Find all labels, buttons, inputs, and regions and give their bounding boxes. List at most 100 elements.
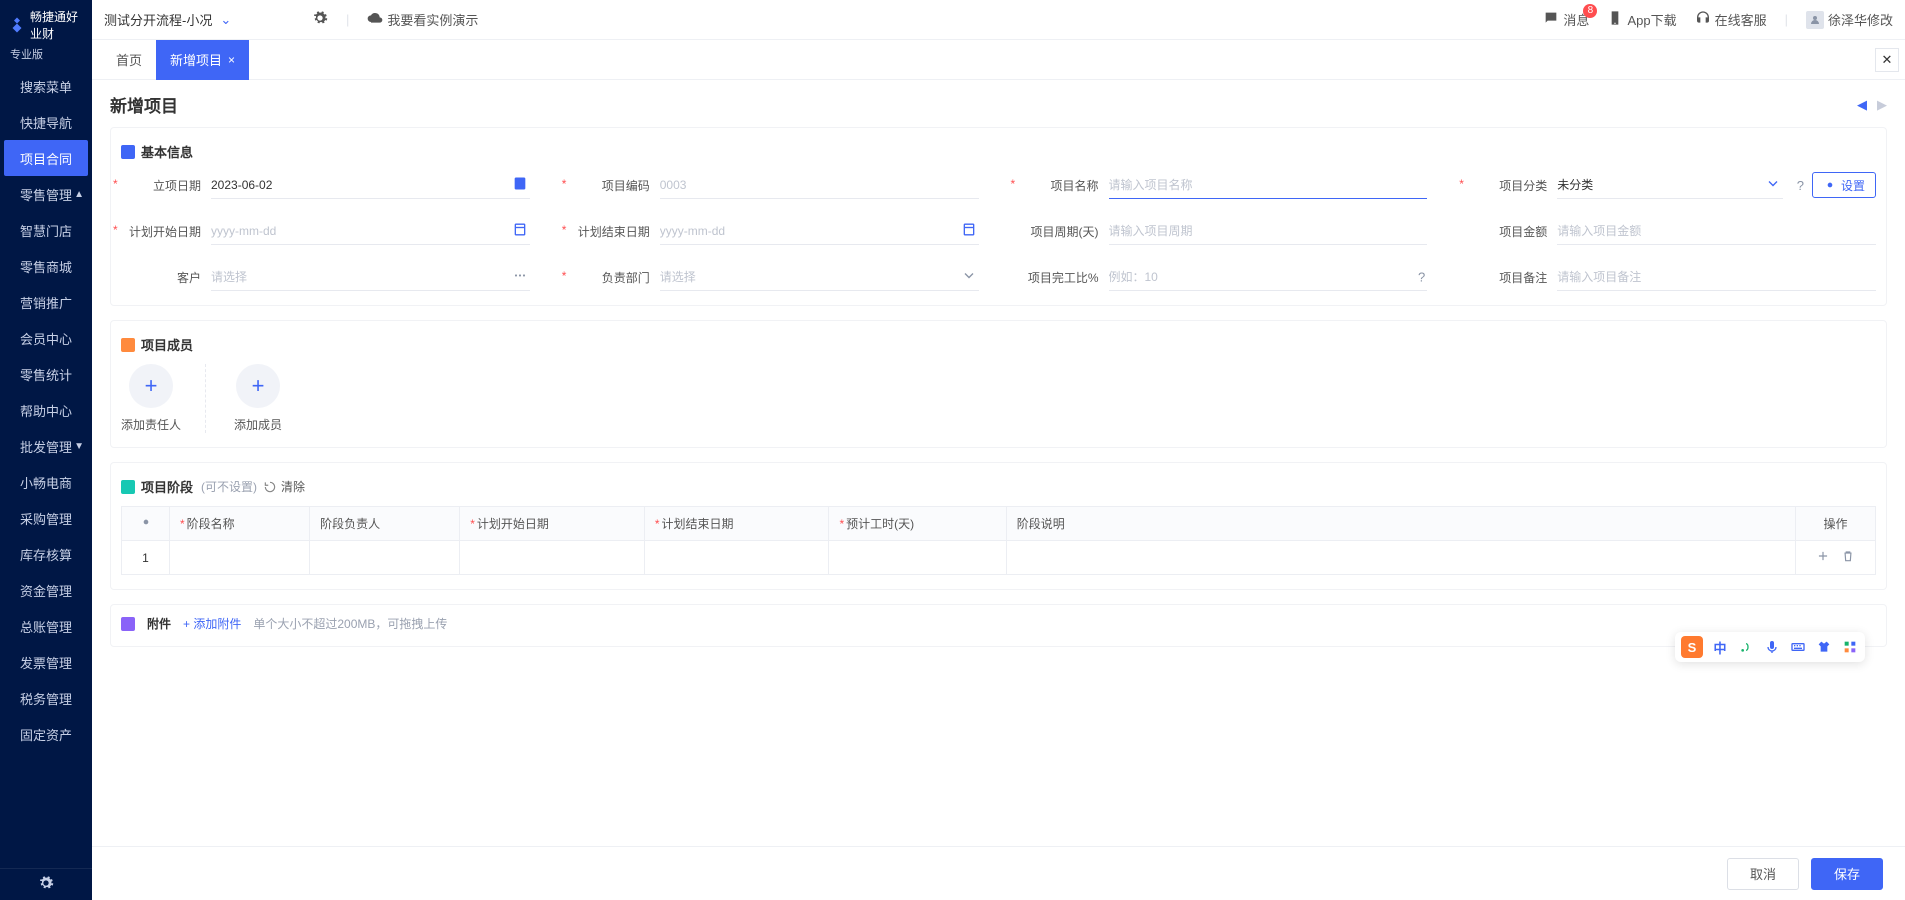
dept-select[interactable] — [660, 263, 979, 291]
attachment-hint: 单个大小不超过200MB，可拖拽上传 — [253, 615, 447, 632]
delete-row-icon[interactable] — [1837, 552, 1859, 566]
sidebar-item-1[interactable]: 快捷导航 — [0, 104, 92, 140]
sidebar-item-5[interactable]: 零售商城 — [0, 248, 92, 284]
save-button[interactable]: 保存 — [1811, 858, 1883, 890]
add-owner-slot: + 添加责任人 — [121, 364, 206, 433]
add-row-icon[interactable] — [1812, 552, 1834, 566]
sidebar-item-9[interactable]: 帮助中心 — [0, 392, 92, 428]
plan-start-input[interactable] — [211, 217, 530, 245]
add-attachment[interactable]: + 添加附件 — [183, 615, 241, 632]
members-card: 项目成员 + 添加责任人 + 添加成员 — [110, 320, 1887, 448]
messages[interactable]: 消息 8 — [1543, 10, 1589, 29]
keyboard-icon[interactable] — [1789, 638, 1807, 656]
user-menu[interactable]: 徐泽华修改 — [1806, 10, 1893, 29]
gear-icon — [312, 10, 328, 29]
amount-input[interactable] — [1557, 217, 1876, 245]
ime-logo-icon: S — [1681, 636, 1703, 658]
flow-selector[interactable]: 测试分开流程-小况 ⌄ — [104, 10, 294, 29]
chevron-down-icon: ⌄ — [220, 12, 231, 28]
attachments-title: 附件 — [147, 615, 171, 632]
tab-home[interactable]: 首页 — [102, 40, 156, 80]
section-icon — [121, 338, 135, 352]
sidebar-item-0[interactable]: 搜索菜单 — [0, 68, 92, 104]
brand-edition: 专业版 — [0, 46, 92, 68]
category-select[interactable] — [1557, 171, 1783, 199]
calendar-icon[interactable] — [961, 222, 977, 241]
sidebar-item-14[interactable]: 资金管理 — [0, 572, 92, 608]
close-all-tabs[interactable]: ✕ — [1875, 48, 1899, 72]
sidebar-item-2[interactable]: 项目合同 — [4, 140, 88, 176]
page-nav: ◀ ▶ — [1857, 97, 1887, 113]
start-date-input[interactable] — [211, 171, 530, 199]
sidebar-item-17[interactable]: 税务管理 — [0, 680, 92, 716]
cancel-button[interactable]: 取消 — [1727, 858, 1799, 890]
done-pct-input[interactable] — [1109, 263, 1428, 291]
next-record[interactable]: ▶ — [1877, 97, 1887, 113]
topbar: 测试分开流程-小况 ⌄ | 我要看实例演示 消息 8 App下载 在线客服 — [92, 0, 1905, 40]
remark-input[interactable] — [1557, 263, 1876, 291]
add-member-label: 添加成员 — [234, 416, 282, 433]
page-title: 新增项目 — [110, 92, 178, 117]
plan-end-input[interactable] — [660, 217, 979, 245]
category-setup-button[interactable]: 设置 — [1812, 172, 1876, 198]
brand-name: 畅捷通好业财 — [30, 8, 86, 42]
field-name: 项目名称 — [1019, 171, 1428, 199]
close-icon[interactable]: × — [228, 53, 235, 67]
sidebar-settings[interactable] — [0, 868, 92, 900]
chevron-down-icon[interactable] — [961, 268, 977, 287]
sidebar-item-8[interactable]: 零售统计 — [0, 356, 92, 392]
col-config[interactable] — [122, 507, 170, 541]
sidebar-item-18[interactable]: 固定资产 — [0, 716, 92, 752]
main: 测试分开流程-小况 ⌄ | 我要看实例演示 消息 8 App下载 在线客服 — [92, 0, 1905, 900]
row-index: 1 — [122, 541, 170, 575]
customer-input[interactable] — [211, 263, 530, 291]
skin-icon[interactable] — [1815, 638, 1833, 656]
topbar-right: 消息 8 App下载 在线客服 | 徐泽华修改 — [1543, 10, 1893, 29]
prev-record[interactable]: ◀ — [1857, 97, 1867, 113]
sidebar-item-10[interactable]: 批发管理▼ — [0, 428, 92, 464]
stages-hint: (可不设置) — [201, 478, 257, 495]
sidebar-item-7[interactable]: 会员中心 — [0, 320, 92, 356]
field-code: 项目编码 — [570, 171, 979, 199]
flow-settings[interactable] — [312, 10, 328, 29]
headset-icon — [1695, 10, 1711, 29]
period-input[interactable] — [1109, 217, 1428, 245]
help-icon[interactable]: ? — [1418, 270, 1425, 285]
caret-icon: ▼ — [74, 441, 84, 452]
ime-toolbar[interactable]: S 中 — [1675, 632, 1865, 662]
sidebar-item-13[interactable]: 库存核算 — [0, 536, 92, 572]
avatar-icon — [1806, 11, 1824, 29]
sidebar-item-4[interactable]: 智慧门店 — [0, 212, 92, 248]
more-icon[interactable] — [512, 268, 528, 287]
table-row[interactable]: 1 — [122, 541, 1876, 575]
sidebar-item-15[interactable]: 总账管理 — [0, 608, 92, 644]
sidebar-item-16[interactable]: 发票管理 — [0, 644, 92, 680]
app-download[interactable]: App下载 — [1607, 10, 1676, 29]
field-plan-end: 计划结束日期 — [570, 217, 979, 245]
add-member-button[interactable]: + — [236, 364, 280, 408]
chevron-down-icon[interactable] — [1765, 176, 1781, 195]
code-input[interactable] — [660, 171, 979, 199]
ime-punct-icon[interactable] — [1737, 638, 1755, 656]
col-plan-end: 计划结束日期 — [644, 507, 829, 541]
online-service[interactable]: 在线客服 — [1695, 10, 1767, 29]
ime-lang[interactable]: 中 — [1711, 638, 1729, 656]
page-scroll[interactable]: 基本信息 立项日期 项目编码 项目名称 — [92, 127, 1905, 846]
add-owner-button[interactable]: + — [129, 364, 173, 408]
clear-stages[interactable]: 清除 — [263, 478, 305, 495]
apps-icon[interactable] — [1841, 638, 1859, 656]
sidebar-item-3[interactable]: 零售管理▲ — [0, 176, 92, 212]
tab-new-project[interactable]: 新增项目 × — [156, 40, 249, 80]
calendar-icon[interactable] — [512, 176, 528, 195]
mic-icon[interactable] — [1763, 638, 1781, 656]
name-input[interactable] — [1109, 171, 1428, 199]
sidebar-item-6[interactable]: 营销推广 — [0, 284, 92, 320]
section-icon — [121, 617, 135, 631]
calendar-icon[interactable] — [512, 222, 528, 241]
help-icon[interactable]: ? — [1797, 178, 1804, 193]
demo-link[interactable]: 我要看实例演示 — [367, 10, 478, 29]
add-owner-label: 添加责任人 — [121, 416, 181, 433]
caret-icon: ▲ — [74, 189, 84, 200]
sidebar-item-12[interactable]: 采购管理 — [0, 500, 92, 536]
sidebar-item-11[interactable]: 小畅电商 — [0, 464, 92, 500]
